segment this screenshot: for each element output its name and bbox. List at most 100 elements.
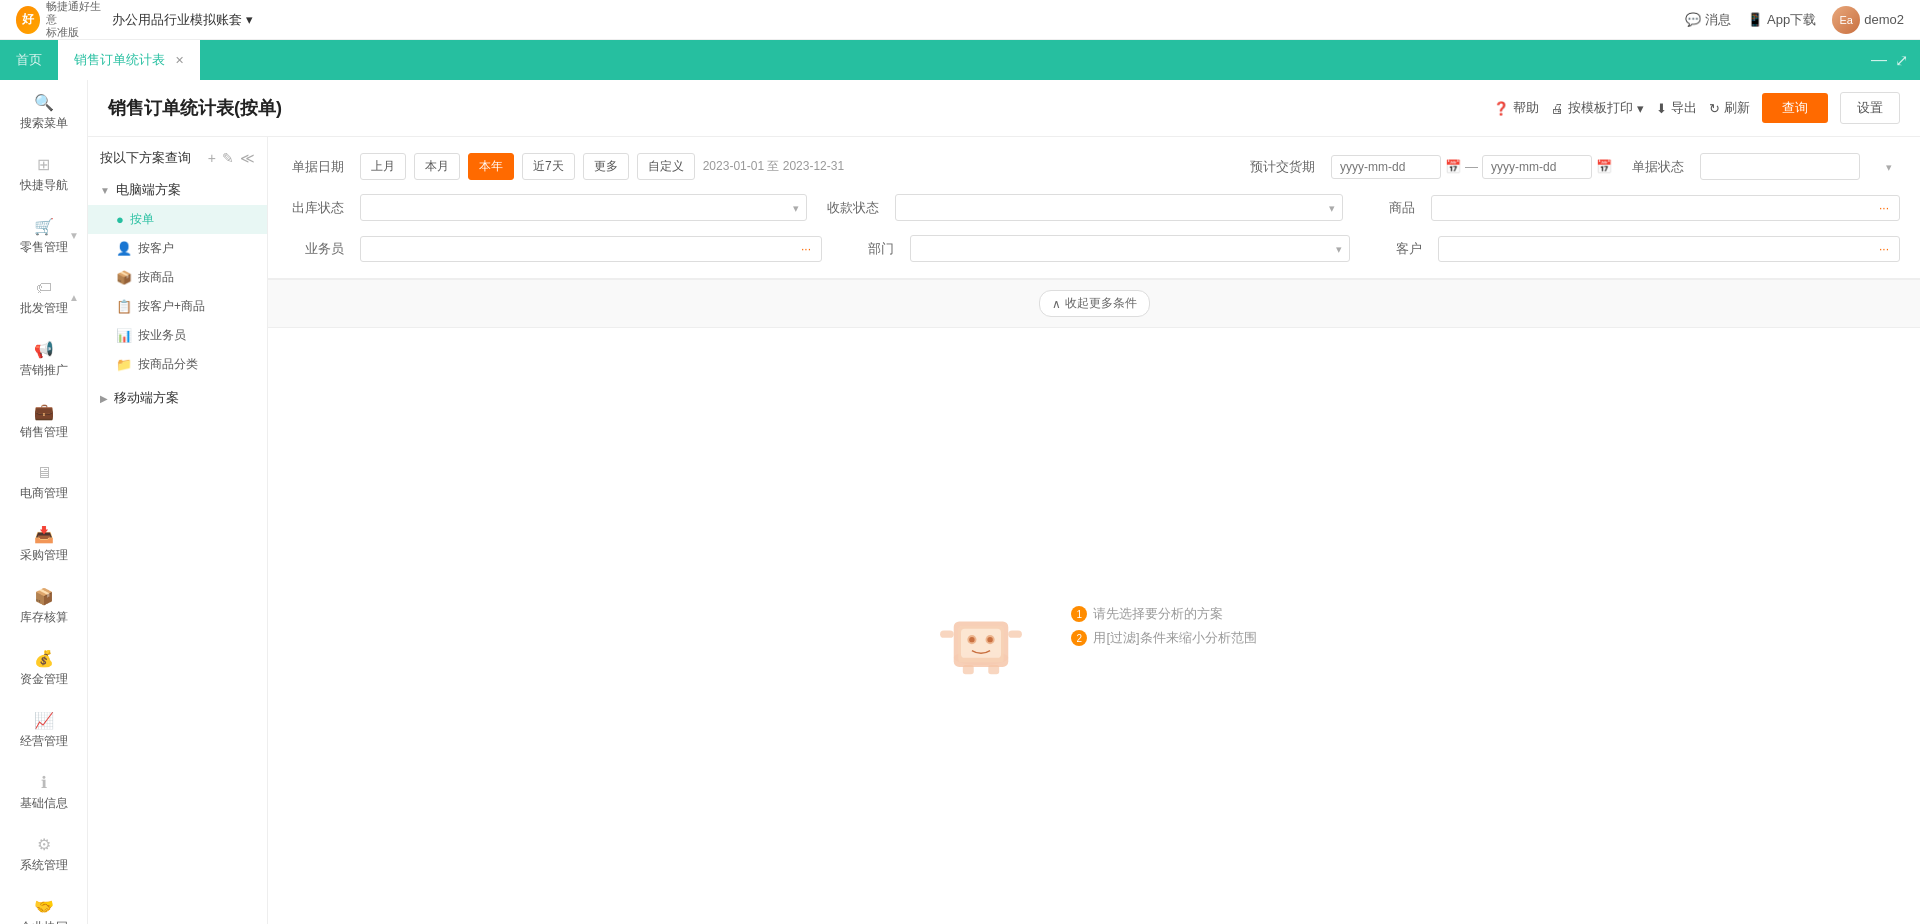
customer-more-button[interactable]: ··· [1879,242,1889,256]
filter-row-3: 业务员 ··· 部门 客户 [288,235,1900,262]
department-select[interactable] [910,235,1350,262]
retail-icon: 🛒 [34,217,54,236]
sidebar-item-sales[interactable]: 💼 销售管理 [0,389,87,451]
logo-text: 畅捷通好生意 标准版 [46,0,104,39]
customer-scheme-icon: 👤 [116,241,132,256]
sidebar-item-quick-nav[interactable]: ⊞ 快捷导航 [0,142,87,204]
query-button[interactable]: 查询 [1762,93,1828,123]
company-dropdown[interactable]: 办公用品行业模拟账套 ▾ [112,11,253,29]
expected-date-end[interactable] [1482,155,1592,179]
sidebar-item-enterprise-collab[interactable]: 🤝 企业协同 [0,884,87,924]
sidebar-item-marketing[interactable]: 📢 营销推广 [0,327,87,389]
group-collapsed-icon: ▶ [100,393,108,404]
sidebar-item-inventory[interactable]: 📦 库存核算 [0,574,87,636]
date-range-display: 2023-01-01 至 2023-12-31 [703,158,844,175]
product-more-button[interactable]: ··· [1879,201,1889,215]
empty-content: 1 请先选择要分析的方案 2 用[过滤]条件来缩小分析范围 [931,576,1256,676]
date-separator: — [1465,159,1478,174]
svg-rect-11 [989,665,1000,674]
product-label: 商品 [1359,199,1415,217]
status-select[interactable] [1700,153,1860,180]
scheme-group-desktop: ▼ 电脑端方案 ● 按单 👤 按客户 📦 按商品 [88,175,267,379]
outbound-label: 出库状态 [288,199,344,217]
refresh-button[interactable]: ↻ 刷新 [1709,99,1750,117]
empty-tips: 1 请先选择要分析的方案 2 用[过滤]条件来缩小分析范围 [1071,605,1256,647]
date-btn-this-year[interactable]: 本年 [468,153,514,180]
expected-date-group: 📅 — 📅 [1331,155,1612,179]
marketing-icon: 📢 [34,340,54,359]
edit-scheme-button[interactable]: ✎ [222,150,234,166]
scheme-item-by-customer-product[interactable]: 📋 按客户+商品 [88,292,267,321]
date-btn-last-month[interactable]: 上月 [360,153,406,180]
scheme-item-by-salesperson[interactable]: 📊 按业务员 [88,321,267,350]
tab-minimize-icon[interactable]: — [1871,51,1887,69]
tab-home[interactable]: 首页 [0,40,58,80]
purchase-icon: 📥 [34,525,54,544]
app-download-button[interactable]: 📱 App下载 [1747,11,1816,29]
help-button[interactable]: ❓ 帮助 [1493,99,1539,117]
salesperson-more-button[interactable]: ··· [801,242,811,256]
status-label: 单据状态 [1628,158,1684,176]
collapse-button[interactable]: ∧ 收起更多条件 [1039,290,1150,317]
sidebar-item-retail[interactable]: 🛒 零售管理 ▼ [0,204,87,266]
message-button[interactable]: 💬 消息 [1685,11,1731,29]
sidebar-item-system[interactable]: ⚙ 系统管理 [0,822,87,884]
scheme-item-by-category[interactable]: 📁 按商品分类 [88,350,267,379]
export-button[interactable]: ⬇ 导出 [1656,99,1697,117]
date-btn-custom[interactable]: 自定义 [637,153,695,180]
tab-close-icon[interactable]: ✕ [175,54,184,67]
scheme-group-header-desktop[interactable]: ▼ 电脑端方案 [88,175,267,205]
sidebar-item-management[interactable]: 📈 经营管理 [0,698,87,760]
tab-expand-icon[interactable]: ⤢ [1895,51,1908,70]
expected-date-start[interactable] [1331,155,1441,179]
info-icon: ℹ [41,773,47,792]
chevron-up-icon: ▲ [69,291,79,302]
header-right: 💬 消息 📱 App下载 Ea demo2 [1685,6,1904,34]
tab-sales-order[interactable]: 销售订单统计表 ✕ [58,40,200,80]
sidebar-item-purchase[interactable]: 📥 采购管理 [0,512,87,574]
left-panel: 按以下方案查询 + ✎ ≪ ▼ 电脑端方案 ● 按单 [88,137,268,924]
chevron-down-icon: ▼ [69,230,79,241]
scheme-item-by-customer[interactable]: 👤 按客户 [88,234,267,263]
sidebar: 🔍 搜索菜单 ⊞ 快捷导航 🛒 零售管理 ▼ 🏷 批发管理 ▲ 📢 营销推广 💼… [0,80,88,924]
system-icon: ⚙ [37,835,51,854]
sidebar-item-ecommerce[interactable]: 🖥 电商管理 [0,451,87,512]
customer-product-scheme-icon: 📋 [116,299,132,314]
scheme-item-by-product[interactable]: 📦 按商品 [88,263,267,292]
grid-icon: ⊞ [37,155,50,174]
settings-button[interactable]: 设置 [1840,92,1900,124]
management-icon: 📈 [34,711,54,730]
page-actions: ❓ 帮助 🖨 按模板打印 ▾ ⬇ 导出 ↻ 刷新 查询 设置 [1493,92,1900,136]
svg-rect-9 [1009,631,1023,638]
date-btn-this-month[interactable]: 本月 [414,153,460,180]
salesperson-label: 业务员 [288,240,344,258]
empty-tip-1: 1 请先选择要分析的方案 [1071,605,1256,623]
filter-area: 单据日期 上月 本月 本年 近7天 更多 自定义 2023-01-01 至 20… [268,137,1920,279]
scheme-item-by-order[interactable]: ● 按单 [88,205,267,234]
top-header: 好 畅捷通好生意 标准版 办公用品行业模拟账套 ▾ 💬 消息 📱 App下载 E… [0,0,1920,40]
logo-icon: 好 [16,6,40,34]
collapse-panel-button[interactable]: ≪ [240,150,255,166]
sidebar-item-basic-info[interactable]: ℹ 基础信息 [0,760,87,822]
template-print-button[interactable]: 🖨 按模板打印 ▾ [1551,99,1644,117]
user-menu[interactable]: Ea demo2 [1832,6,1904,34]
sidebar-item-wholesale[interactable]: 🏷 批发管理 ▲ [0,266,87,327]
sidebar-item-finance[interactable]: 💰 资金管理 [0,636,87,698]
ecommerce-icon: 🖥 [36,464,52,482]
sidebar-item-search-menu[interactable]: 🔍 搜索菜单 [0,80,87,142]
page-title: 销售订单统计表(按单) [108,96,282,132]
add-scheme-button[interactable]: + [208,150,216,166]
finance-icon: 💰 [34,649,54,668]
payment-select[interactable] [895,194,1342,221]
customer-label: 客户 [1366,240,1422,258]
filter-row-2: 出库状态 收款状态 商品 [288,194,1900,221]
outbound-select[interactable] [360,194,807,221]
date-btn-7days[interactable]: 近7天 [522,153,575,180]
payment-label: 收款状态 [823,199,879,217]
product-scheme-icon: 📦 [116,270,132,285]
scheme-group-header-mobile[interactable]: ▶ 移动端方案 [88,383,267,413]
order-scheme-icon: ● [116,212,124,227]
collab-icon: 🤝 [34,897,54,916]
date-btn-more[interactable]: 更多 [583,153,629,180]
calendar-icon-start: 📅 [1445,159,1461,174]
